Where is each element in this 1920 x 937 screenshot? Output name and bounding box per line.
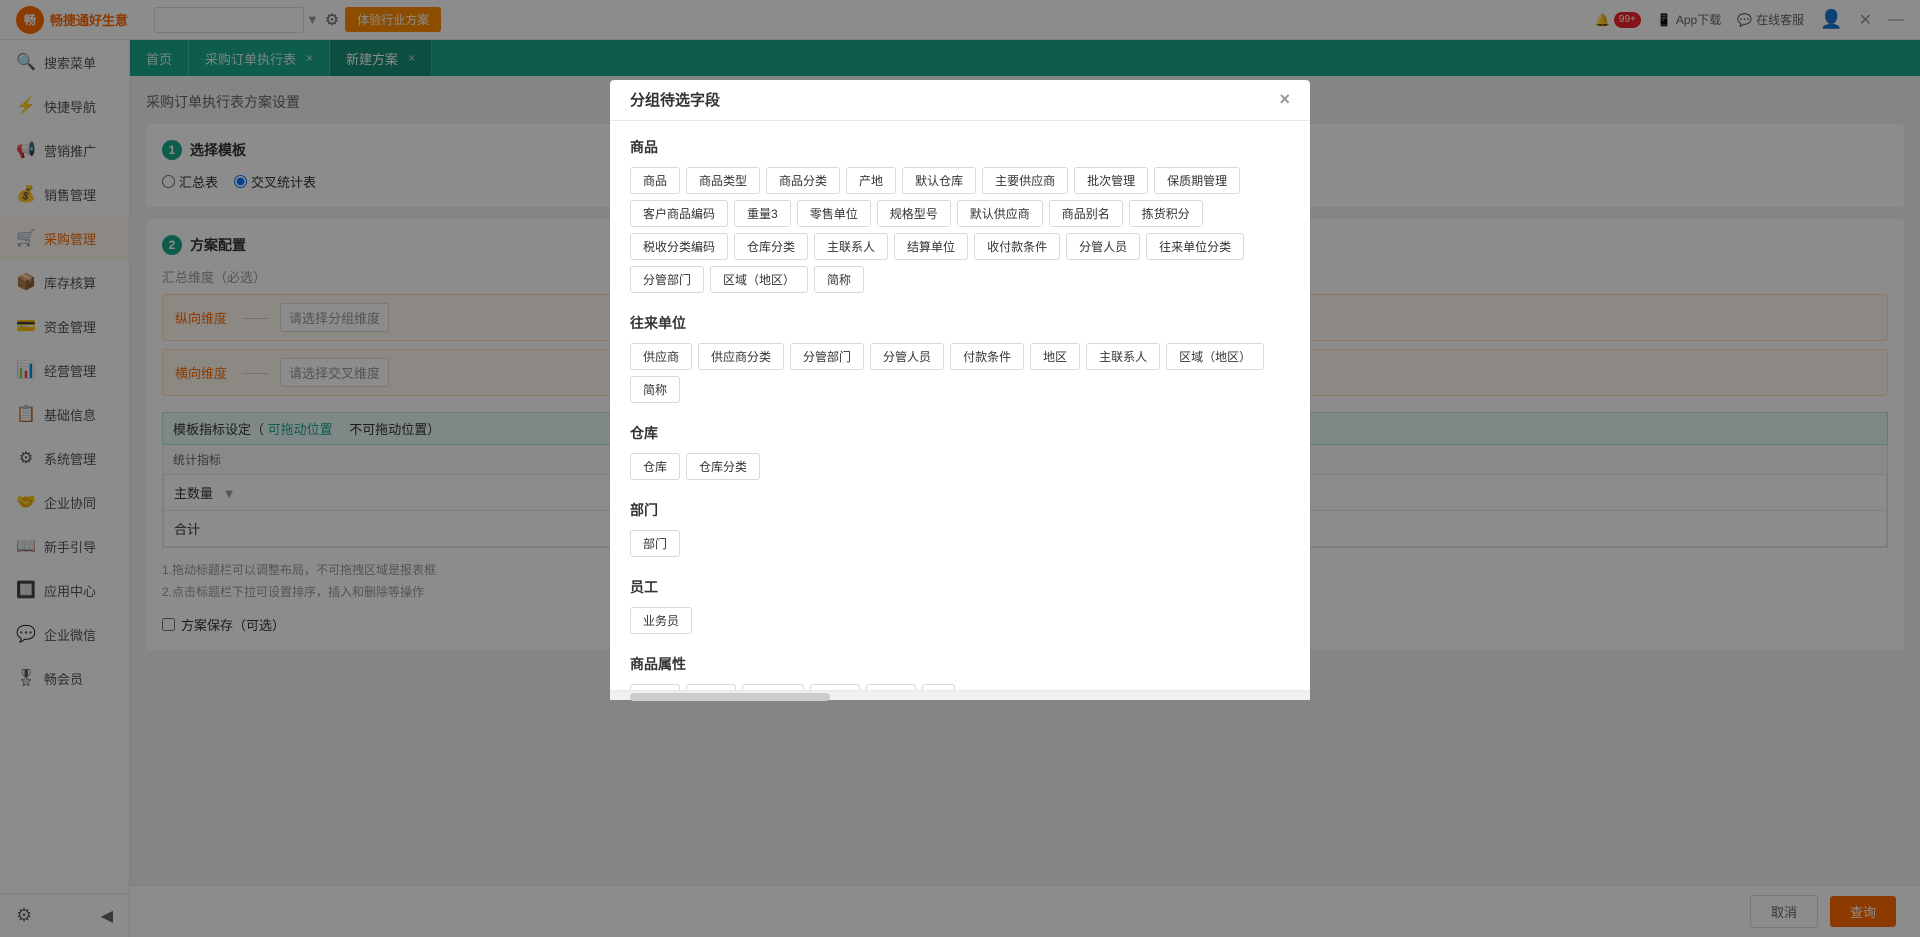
field-tag-0-12[interactable]: 默认供应商 (957, 200, 1043, 227)
modal-hscroll-thumb[interactable] (630, 693, 830, 701)
modal-section-0: 商品商品商品类型商品分类产地默认仓库主要供应商批次管理保质期管理客户商品编码重量… (630, 137, 1290, 293)
field-tag-1-8[interactable]: 简称 (630, 376, 680, 403)
field-tag-0-21[interactable]: 往来单位分类 (1146, 233, 1244, 260)
field-tag-0-15[interactable]: 税收分类编码 (630, 233, 728, 260)
field-tag-0-22[interactable]: 分管部门 (630, 266, 704, 293)
field-tag-0-11[interactable]: 规格型号 (877, 200, 951, 227)
field-tag-0-16[interactable]: 仓库分类 (734, 233, 808, 260)
field-tag-0-17[interactable]: 主联系人 (814, 233, 888, 260)
field-tag-0-8[interactable]: 客户商品编码 (630, 200, 728, 227)
field-tag-0-3[interactable]: 产地 (846, 167, 896, 194)
modal-section-2: 仓库仓库仓库分类 (630, 423, 1290, 480)
field-tag-0-23[interactable]: 区域（地区） (710, 266, 808, 293)
modal-section-5: 商品属性属性颜色多规格尺码鞋码1 (630, 654, 1290, 690)
modal-section-title-5: 商品属性 (630, 654, 1290, 674)
field-tag-1-5[interactable]: 地区 (1030, 343, 1080, 370)
field-tag-0-9[interactable]: 重量3 (734, 200, 791, 227)
field-tag-0-4[interactable]: 默认仓库 (902, 167, 976, 194)
field-tag-0-7[interactable]: 保质期管理 (1154, 167, 1240, 194)
field-tag-1-3[interactable]: 分管人员 (870, 343, 944, 370)
field-tag-0-10[interactable]: 零售单位 (797, 200, 871, 227)
field-tag-0-0[interactable]: 商品 (630, 167, 680, 194)
field-tag-2-1[interactable]: 仓库分类 (686, 453, 760, 480)
modal-section-title-3: 部门 (630, 500, 1290, 520)
field-tag-0-19[interactable]: 收付款条件 (974, 233, 1060, 260)
modal-section-title-4: 员工 (630, 577, 1290, 597)
modal-section-4: 员工业务员 (630, 577, 1290, 634)
modal: 分组待选字段 × 商品商品商品类型商品分类产地默认仓库主要供应商批次管理保质期管… (610, 80, 1310, 700)
field-tag-1-2[interactable]: 分管部门 (790, 343, 864, 370)
field-tag-1-7[interactable]: 区域（地区） (1166, 343, 1264, 370)
modal-title: 分组待选字段 (630, 89, 720, 110)
field-tag-0-1[interactable]: 商品类型 (686, 167, 760, 194)
modal-horizontal-scrollbar[interactable] (610, 690, 1310, 700)
modal-header: 分组待选字段 × (610, 80, 1310, 121)
field-tag-0-14[interactable]: 拣货积分 (1129, 200, 1203, 227)
modal-section-tags-3: 部门 (630, 530, 1290, 557)
modal-section-tags-1: 供应商供应商分类分管部门分管人员付款条件地区主联系人区域（地区） 简称 (630, 343, 1290, 403)
modal-section-tags-4: 业务员 (630, 607, 1290, 634)
field-tag-4-0[interactable]: 业务员 (630, 607, 692, 634)
field-tag-1-6[interactable]: 主联系人 (1086, 343, 1160, 370)
modal-body: 商品商品商品类型商品分类产地默认仓库主要供应商批次管理保质期管理客户商品编码重量… (610, 121, 1310, 690)
field-tag-0-13[interactable]: 商品别名 (1049, 200, 1123, 227)
field-tag-0-18[interactable]: 结算单位 (894, 233, 968, 260)
field-tag-1-4[interactable]: 付款条件 (950, 343, 1024, 370)
modal-section-tags-2: 仓库仓库分类 (630, 453, 1290, 480)
field-tag-0-5[interactable]: 主要供应商 (982, 167, 1068, 194)
field-tag-0-20[interactable]: 分管人员 (1066, 233, 1140, 260)
modal-close-icon[interactable]: × (1279, 89, 1290, 110)
field-tag-0-24[interactable]: 简称 (814, 266, 864, 293)
modal-section-3: 部门部门 (630, 500, 1290, 557)
modal-overlay: 分组待选字段 × 商品商品商品类型商品分类产地默认仓库主要供应商批次管理保质期管… (0, 0, 1920, 937)
modal-section-title-1: 往来单位 (630, 313, 1290, 333)
field-tag-0-2[interactable]: 商品分类 (766, 167, 840, 194)
modal-section-tags-0: 商品商品类型商品分类产地默认仓库主要供应商批次管理保质期管理客户商品编码重量3零… (630, 167, 1290, 293)
modal-section-title-2: 仓库 (630, 423, 1290, 443)
modal-section-1: 往来单位供应商供应商分类分管部门分管人员付款条件地区主联系人区域（地区） 简称 (630, 313, 1290, 403)
field-tag-2-0[interactable]: 仓库 (630, 453, 680, 480)
field-tag-1-0[interactable]: 供应商 (630, 343, 692, 370)
field-tag-0-6[interactable]: 批次管理 (1074, 167, 1148, 194)
field-tag-1-1[interactable]: 供应商分类 (698, 343, 784, 370)
field-tag-3-0[interactable]: 部门 (630, 530, 680, 557)
modal-section-title-0: 商品 (630, 137, 1290, 157)
